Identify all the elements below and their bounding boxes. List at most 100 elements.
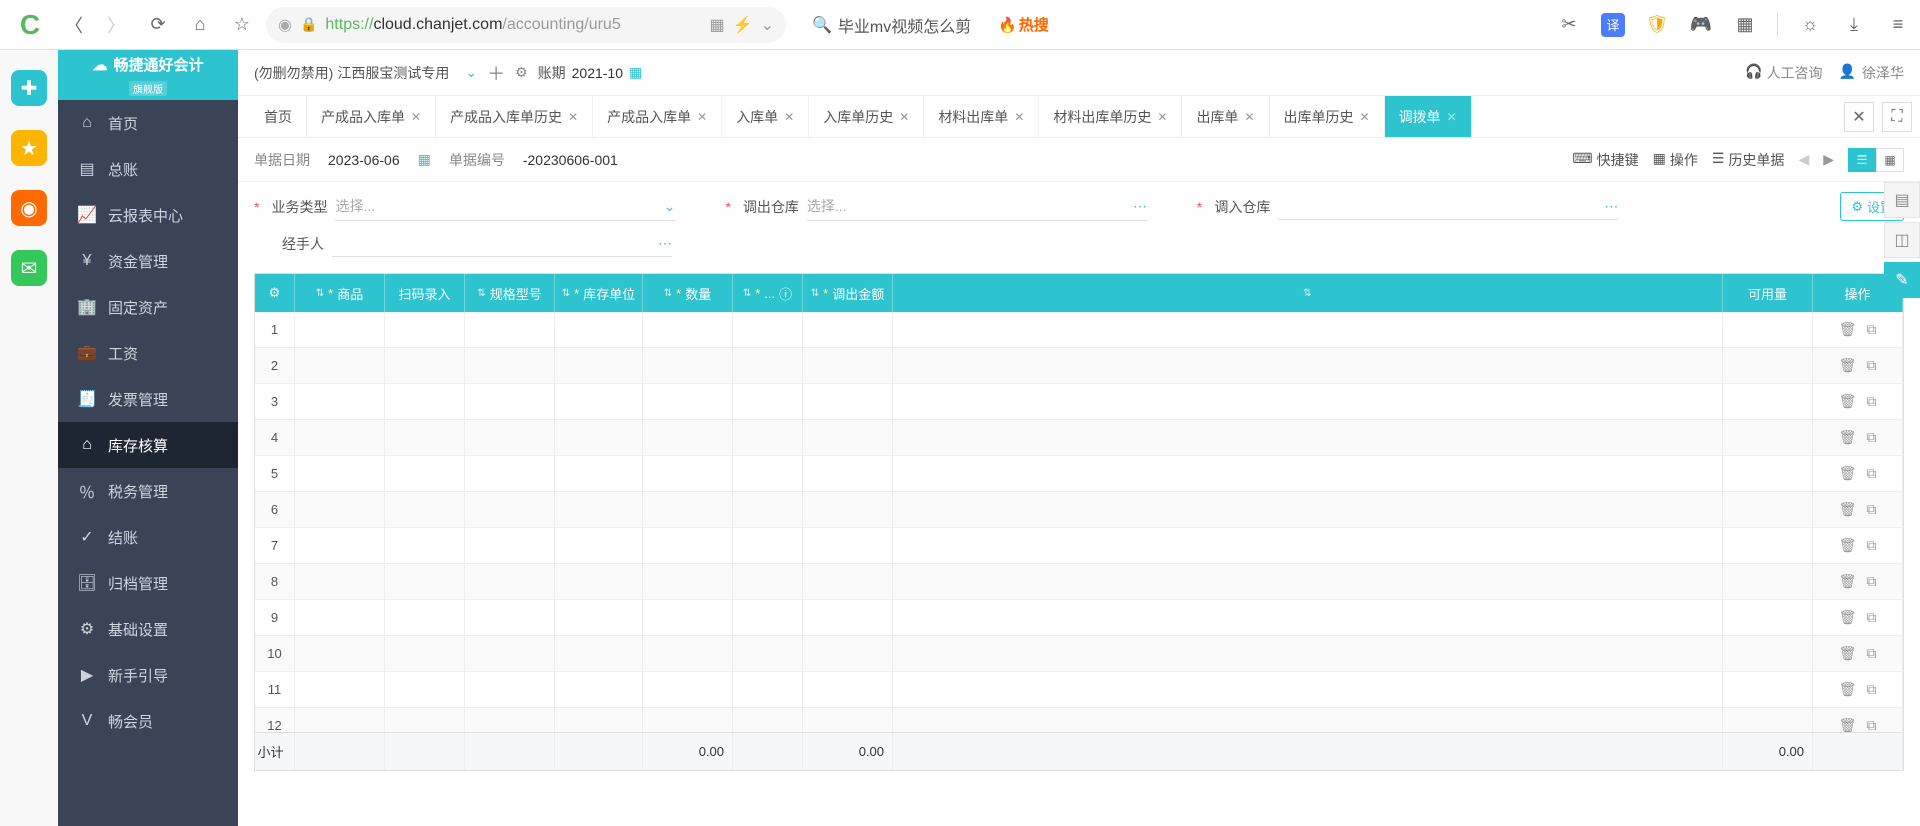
history-link[interactable]: ☰历史单据 — [1712, 150, 1785, 170]
expand-tabs[interactable]: ⛶ — [1882, 102, 1912, 132]
sidebar-item-0[interactable]: ⌂首页 — [58, 100, 238, 146]
back-button[interactable]: 〈 — [56, 7, 92, 43]
shortcut-link[interactable]: ⌨快捷键 — [1572, 150, 1638, 170]
copy-icon[interactable]: ⧉ — [1866, 609, 1876, 626]
close-icon[interactable]: ✕ — [899, 110, 909, 124]
delete-icon[interactable]: 🗑 — [1839, 537, 1857, 554]
col-amount[interactable]: ⇅*调出金额 — [803, 274, 893, 312]
calendar-icon[interactable]: ▦ — [418, 151, 431, 168]
table-row[interactable]: 9🗑⧉ — [255, 600, 1903, 636]
table-row[interactable]: 1🗑⧉ — [255, 312, 1903, 348]
org-selector[interactable]: (勿删勿禁用) 江西服宝测试专用 ⌄ — [254, 63, 477, 83]
close-icon[interactable]: ✕ — [1244, 110, 1254, 124]
col-qty[interactable]: ⇅*数量 — [643, 274, 733, 312]
copy-icon[interactable]: ⧉ — [1866, 717, 1876, 732]
download-icon[interactable]: ⤓ — [1842, 13, 1866, 37]
delete-icon[interactable]: 🗑 — [1839, 681, 1857, 698]
forward-button[interactable]: 〉 — [98, 7, 134, 43]
tab-10[interactable]: 调拨单✕ — [1385, 96, 1472, 137]
table-row[interactable]: 5🗑⧉ — [255, 456, 1903, 492]
hot-search-badge[interactable]: 🔥 热搜 — [998, 14, 1049, 35]
search-bar[interactable]: 🔍 毕业mv视频怎么剪 — [812, 7, 992, 43]
delete-icon[interactable]: 🗑 — [1839, 321, 1857, 338]
rail-btn-2[interactable]: ◫ — [1884, 222, 1920, 258]
delete-icon[interactable]: 🗑 — [1839, 393, 1857, 410]
tab-5[interactable]: 入库单历史✕ — [809, 96, 924, 137]
table-row[interactable]: 10🗑⧉ — [255, 636, 1903, 672]
table-row[interactable]: 7🗑⧉ — [255, 528, 1903, 564]
sidebar-item-1[interactable]: ▤总账 — [58, 146, 238, 192]
copy-icon[interactable]: ⧉ — [1866, 357, 1876, 374]
sidebar-item-5[interactable]: 💼工资 — [58, 330, 238, 376]
delete-icon[interactable]: 🗑 — [1839, 429, 1857, 446]
translate-icon[interactable]: 译 — [1601, 13, 1625, 37]
copy-icon[interactable]: ⧉ — [1866, 537, 1876, 554]
close-icon[interactable]: ✕ — [697, 110, 707, 124]
copy-icon[interactable]: ⧉ — [1866, 429, 1876, 446]
launcher-app-1[interactable]: ✚ — [11, 70, 47, 106]
sidebar-item-3[interactable]: ¥资金管理 — [58, 238, 238, 284]
chevron-down-icon[interactable]: ⌄ — [761, 15, 774, 35]
copy-icon[interactable]: ⧉ — [1866, 681, 1876, 698]
table-row[interactable]: 12🗑⧉ — [255, 708, 1903, 732]
add-icon[interactable]: ＋ — [487, 60, 505, 86]
copy-icon[interactable]: ⧉ — [1866, 645, 1876, 662]
table-row[interactable]: 6🗑⧉ — [255, 492, 1903, 528]
tab-0[interactable]: 首页 — [250, 96, 307, 137]
sidebar-item-7[interactable]: ⌂库存核算 — [58, 422, 238, 468]
delete-icon[interactable]: 🗑 — [1839, 357, 1857, 374]
bookmark-button[interactable]: ☆ — [224, 7, 260, 43]
rail-btn-3[interactable]: ✎ — [1884, 262, 1920, 298]
game-icon[interactable]: 🎮 — [1689, 13, 1713, 37]
col-unit[interactable]: ⇅*库存单位 — [555, 274, 643, 312]
sidebar-item-8[interactable]: ％税务管理 — [58, 468, 238, 514]
close-icon[interactable]: ✕ — [1360, 110, 1370, 124]
tab-1[interactable]: 产成品入库单✕ — [307, 96, 436, 137]
rail-btn-1[interactable]: ▤ — [1884, 182, 1920, 218]
col-scan[interactable]: 扫码录入 — [385, 274, 465, 312]
in-warehouse-select[interactable]: ⋯ — [1278, 194, 1618, 220]
table-row[interactable]: 3🗑⧉ — [255, 384, 1903, 420]
copy-icon[interactable]: ⧉ — [1866, 321, 1876, 338]
delete-icon[interactable]: 🗑 — [1839, 465, 1857, 482]
table-row[interactable]: 8🗑⧉ — [255, 564, 1903, 600]
shield-orange-icon[interactable]: 🛡 — [1645, 13, 1669, 37]
close-all-tabs[interactable]: ✕ — [1844, 102, 1874, 132]
theme-icon[interactable]: ☼ — [1798, 13, 1822, 37]
copy-icon[interactable]: ⧉ — [1866, 465, 1876, 482]
tab-9[interactable]: 出库单历史✕ — [1270, 96, 1385, 137]
launcher-app-2[interactable]: ★ — [11, 130, 47, 166]
sidebar-item-4[interactable]: 🏢固定资产 — [58, 284, 238, 330]
view-list[interactable]: ☰ — [1848, 148, 1876, 172]
close-icon[interactable]: ✕ — [1447, 110, 1457, 124]
table-row[interactable]: 2🗑⧉ — [255, 348, 1903, 384]
table-row[interactable]: 4🗑⧉ — [255, 420, 1903, 456]
handler-select[interactable]: ⋯ — [332, 231, 672, 257]
delete-icon[interactable]: 🗑 — [1839, 573, 1857, 590]
sidebar-item-2[interactable]: 📈云报表中心 — [58, 192, 238, 238]
tab-6[interactable]: 材料出库单✕ — [924, 96, 1039, 137]
sidebar-item-9[interactable]: ✓结账 — [58, 514, 238, 560]
copy-icon[interactable]: ⧉ — [1866, 573, 1876, 590]
qr-icon[interactable]: ▦ — [710, 15, 725, 35]
close-icon[interactable]: ✕ — [411, 110, 421, 124]
tab-2[interactable]: 产成品入库单历史✕ — [436, 96, 593, 137]
user-menu[interactable]: 👤徐泽华 — [1839, 63, 1904, 83]
sidebar-item-10[interactable]: 🗄归档管理 — [58, 560, 238, 606]
reload-button[interactable]: ⟳ — [140, 7, 176, 43]
bolt-icon[interactable]: ⚡ — [733, 15, 753, 35]
close-icon[interactable]: ✕ — [1157, 110, 1167, 124]
sidebar-item-6[interactable]: 🧾发票管理 — [58, 376, 238, 422]
col-product[interactable]: ⇅*商品 — [295, 274, 385, 312]
tab-8[interactable]: 出库单✕ — [1182, 96, 1269, 137]
copy-icon[interactable]: ⧉ — [1866, 501, 1876, 518]
launcher-app-3[interactable]: ◉ — [11, 190, 47, 226]
period-selector[interactable]: 账期 2021-10 ▦ — [538, 63, 643, 83]
col-extra[interactable]: ⇅*...ⓘ — [733, 274, 803, 312]
tab-7[interactable]: 材料出库单历史✕ — [1039, 96, 1182, 137]
tab-4[interactable]: 入库单✕ — [722, 96, 809, 137]
home-button[interactable]: ⌂ — [182, 7, 218, 43]
col-spec[interactable]: ⇅规格型号 — [465, 274, 555, 312]
sidebar-item-12[interactable]: ▶新手引导 — [58, 652, 238, 698]
close-icon[interactable]: ✕ — [568, 110, 578, 124]
